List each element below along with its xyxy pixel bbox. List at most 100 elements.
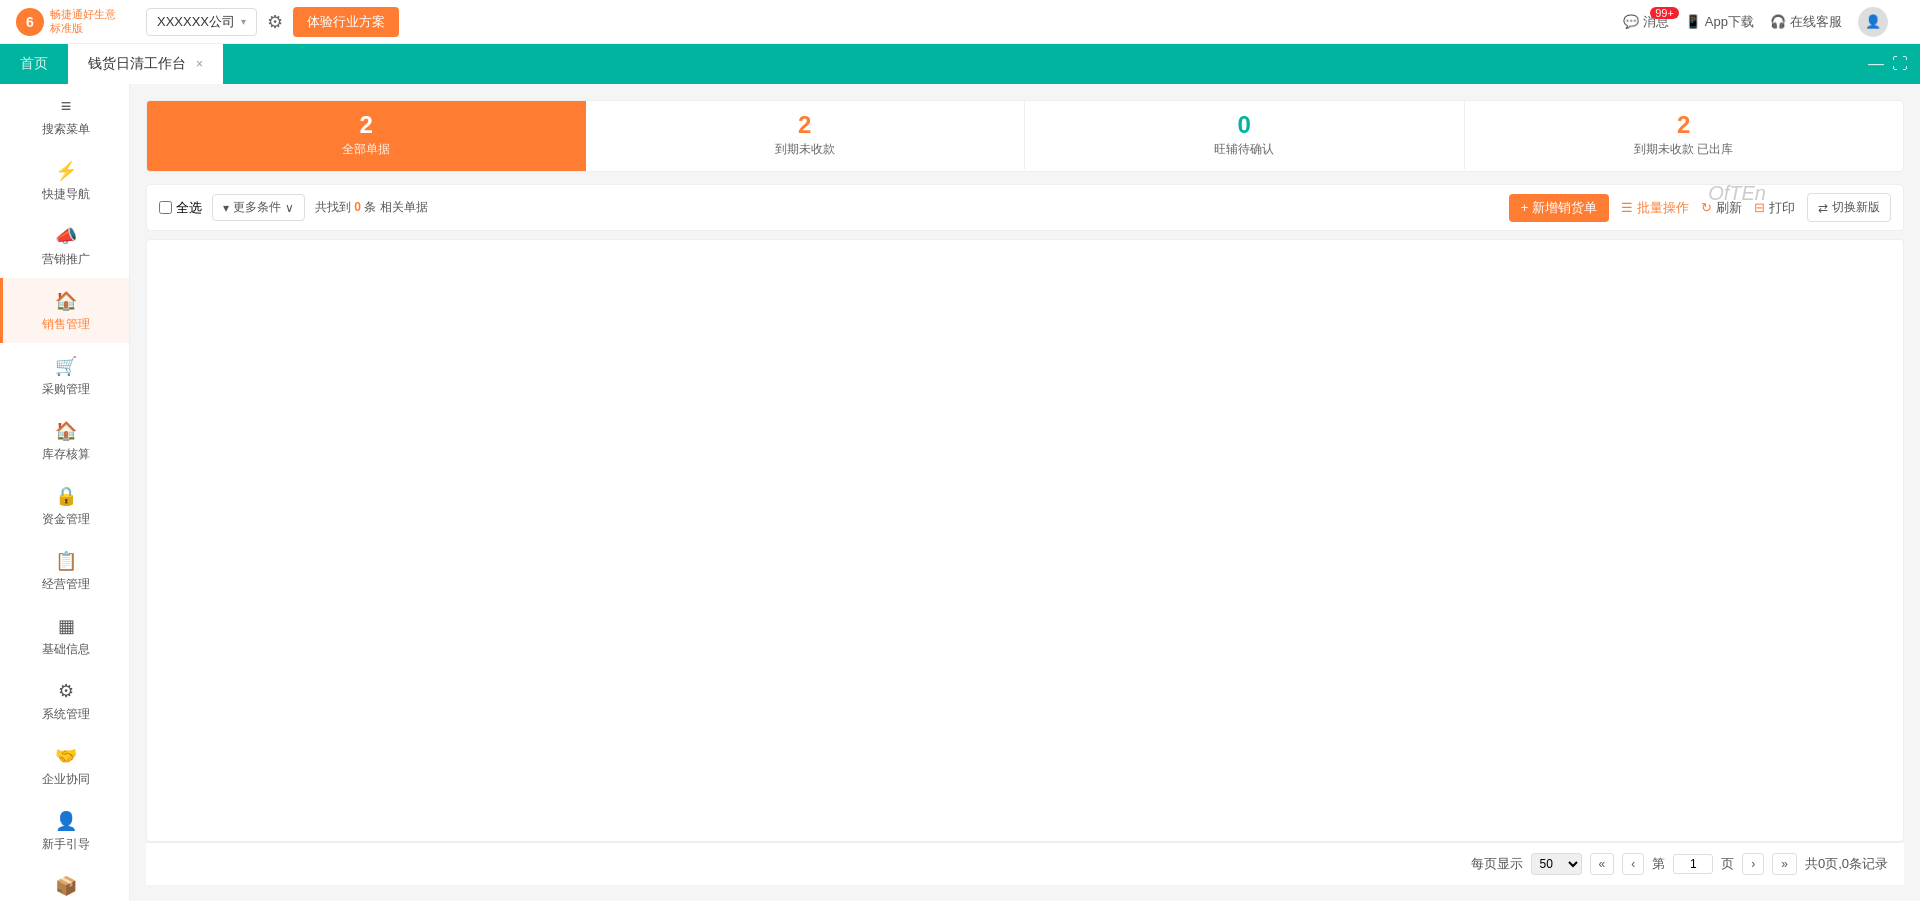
sidebar-item-inventory[interactable]: 🏠 库存核算 bbox=[0, 408, 129, 473]
batch-icon: ☰ bbox=[1621, 200, 1633, 215]
company-selector[interactable]: XXXXXX公司 ▾ bbox=[146, 8, 257, 36]
company-name: XXXXXX公司 bbox=[157, 13, 235, 31]
sidebar-item-system-label: 系统管理 bbox=[42, 706, 90, 723]
logo-text: 畅捷通好生意 标准版 bbox=[50, 8, 116, 34]
inventory-icon: 🏠 bbox=[55, 420, 77, 442]
sidebar-item-marketing[interactable]: 📣 营销推广 bbox=[0, 213, 129, 278]
page-first-btn[interactable]: « bbox=[1590, 853, 1615, 875]
content-area: 2 全部单据 2 到期未收款 0 旺辅待确认 2 到期未收款 已出库 bbox=[130, 84, 1920, 901]
basic-icon: ▦ bbox=[58, 615, 75, 637]
sidebar-item-basic-label: 基础信息 bbox=[42, 641, 90, 658]
select-all-input[interactable] bbox=[159, 201, 172, 214]
print-label: 打印 bbox=[1769, 199, 1795, 217]
result-suffix: 条 相关单据 bbox=[364, 200, 427, 214]
app-download-label: App下载 bbox=[1705, 13, 1754, 31]
page-next-btn[interactable]: › bbox=[1742, 853, 1764, 875]
online-service-btn[interactable]: 🎧 在线客服 bbox=[1770, 13, 1842, 31]
sidebar-item-sales[interactable]: 🏠 销售管理 bbox=[0, 278, 129, 343]
topbar-right: 💬 消息 99+ 📱 App下载 🎧 在线客服 👤 bbox=[1623, 7, 1904, 37]
sales-icon: 🏠 bbox=[55, 290, 77, 312]
total-label: 共0页,0条记录 bbox=[1805, 855, 1888, 873]
system-icon: ⚙ bbox=[58, 680, 74, 702]
stat-tab-wangwang[interactable]: 0 旺辅待确认 bbox=[1025, 101, 1465, 171]
sidebar-item-operation[interactable]: 📋 经营管理 bbox=[0, 538, 129, 603]
table-empty-state bbox=[147, 240, 1903, 841]
page-last-btn[interactable]: » bbox=[1772, 853, 1797, 875]
topbar: 6 畅捷通好生意 标准版 XXXXXX公司 ▾ ⚙ 体验行业方案 💬 消息 99… bbox=[0, 0, 1920, 44]
stat-tab-overdue[interactable]: 2 到期未收款 bbox=[586, 101, 1026, 171]
filter-arrow-icon: ∨ bbox=[285, 201, 294, 215]
refresh-label: 刷新 bbox=[1716, 199, 1742, 217]
stat-tab-overdue-out[interactable]: 2 到期未收款 已出库 bbox=[1465, 101, 1904, 171]
sidebar-item-purchase[interactable]: 🛒 采购管理 bbox=[0, 343, 129, 408]
sidebar: ≡ 搜索菜单 ⚡ 快捷导航 📣 营销推广 🏠 销售管理 🛒 采购管理 🏠 库存核… bbox=[0, 84, 130, 901]
per-page-select[interactable]: 50 100 200 bbox=[1531, 853, 1582, 875]
print-icon: ⊟ bbox=[1754, 200, 1765, 215]
avatar[interactable]: 👤 bbox=[1858, 7, 1888, 37]
tab-workbench[interactable]: 钱货日清工作台 × bbox=[68, 44, 223, 84]
appstore-icon: 📦 bbox=[55, 875, 77, 897]
enterprise-icon: 🤝 bbox=[55, 745, 77, 767]
sidebar-item-basic[interactable]: ▦ 基础信息 bbox=[0, 603, 129, 668]
chevron-down-icon: ▾ bbox=[241, 16, 246, 27]
quick-nav-icon: ⚡ bbox=[55, 160, 77, 182]
select-all-checkbox[interactable]: 全选 bbox=[159, 199, 202, 217]
result-prefix: 共找到 bbox=[315, 200, 351, 214]
filter-btn[interactable]: ▾ 更多条件 ∨ bbox=[212, 194, 305, 221]
download-icon: 📱 bbox=[1685, 14, 1701, 29]
experience-btn[interactable]: 体验行业方案 bbox=[293, 7, 399, 37]
stat-tab-all[interactable]: 2 全部单据 bbox=[147, 101, 586, 171]
batch-label: 批量操作 bbox=[1637, 199, 1689, 217]
sidebar-item-system[interactable]: ⚙ 系统管理 bbox=[0, 668, 129, 733]
message-icon: 💬 bbox=[1623, 14, 1639, 29]
guide-icon: 👤 bbox=[55, 810, 77, 832]
sidebar-item-finance-label: 资金管理 bbox=[42, 511, 90, 528]
sidebar-item-quick-nav-label: 快捷导航 bbox=[42, 186, 90, 203]
page-number-input[interactable] bbox=[1673, 854, 1713, 874]
sidebar-item-enterprise[interactable]: 🤝 企业协同 bbox=[0, 733, 129, 798]
stat-all-label: 全部单据 bbox=[342, 141, 390, 158]
sidebar-item-enterprise-label: 企业协同 bbox=[42, 771, 90, 788]
page-prev-btn[interactable]: ‹ bbox=[1622, 853, 1644, 875]
sidebar-item-purchase-label: 采购管理 bbox=[42, 381, 90, 398]
switch-label: 切换新版 bbox=[1832, 199, 1880, 216]
new-sales-order-btn[interactable]: + 新增销货单 bbox=[1509, 194, 1609, 222]
topbar-left: 6 畅捷通好生意 标准版 XXXXXX公司 ▾ ⚙ 体验行业方案 bbox=[16, 7, 399, 37]
sidebar-item-finance[interactable]: 🔒 资金管理 bbox=[0, 473, 129, 538]
stat-overdue-number: 2 bbox=[798, 111, 811, 139]
avatar-icon: 👤 bbox=[1865, 14, 1881, 29]
message-badge: 99+ bbox=[1650, 7, 1679, 19]
batch-operation-btn[interactable]: ☰ 批量操作 bbox=[1621, 199, 1689, 217]
result-count: 0 bbox=[354, 200, 361, 214]
sidebar-item-quick-nav[interactable]: ⚡ 快捷导航 bbox=[0, 148, 129, 213]
switch-icon: ⇄ bbox=[1818, 201, 1828, 215]
select-all-label: 全选 bbox=[176, 199, 202, 217]
sidebar-item-search[interactable]: ≡ 搜索菜单 bbox=[0, 84, 129, 148]
service-icon: 🎧 bbox=[1770, 14, 1786, 29]
stat-all-number: 2 bbox=[360, 111, 373, 139]
stat-overdue-out-number: 2 bbox=[1677, 111, 1690, 139]
switch-new-version-btn[interactable]: ⇄ 切换新版 bbox=[1807, 193, 1891, 222]
nav-tab-actions: — ⛶ bbox=[1868, 55, 1920, 73]
sidebar-item-guide[interactable]: 👤 新手引导 bbox=[0, 798, 129, 863]
message-btn[interactable]: 💬 消息 99+ bbox=[1623, 13, 1669, 31]
nav-maximize-icon[interactable]: ⛶ bbox=[1892, 55, 1908, 73]
marketing-icon: 📣 bbox=[55, 225, 77, 247]
sidebar-item-appstore[interactable]: 📦 应用中心 bbox=[0, 863, 129, 901]
settings-icon[interactable]: ⚙ bbox=[267, 11, 283, 33]
tab-home[interactable]: 首页 bbox=[0, 44, 68, 84]
tab-close-icon[interactable]: × bbox=[196, 57, 203, 71]
print-btn[interactable]: ⊟ 打印 bbox=[1754, 199, 1795, 217]
table-area bbox=[146, 239, 1904, 842]
refresh-icon: ↻ bbox=[1701, 200, 1712, 215]
app-download-btn[interactable]: 📱 App下载 bbox=[1685, 13, 1754, 31]
logo-area: 6 畅捷通好生意 标准版 bbox=[16, 8, 136, 36]
refresh-btn[interactable]: ↻ 刷新 bbox=[1701, 199, 1742, 217]
operation-icon: 📋 bbox=[55, 550, 77, 572]
result-text: 共找到 0 条 相关单据 bbox=[315, 199, 428, 216]
filter-icon: ▾ bbox=[223, 201, 229, 215]
stat-wangwang-number: 0 bbox=[1238, 111, 1251, 139]
toolbar-right: + 新增销货单 ☰ 批量操作 ↻ 刷新 ⊟ 打印 ⇄ 切换新版 bbox=[1509, 193, 1891, 222]
nav-tabs: 首页 钱货日清工作台 × — ⛶ bbox=[0, 44, 1920, 84]
nav-minimize-icon[interactable]: — bbox=[1868, 55, 1884, 73]
